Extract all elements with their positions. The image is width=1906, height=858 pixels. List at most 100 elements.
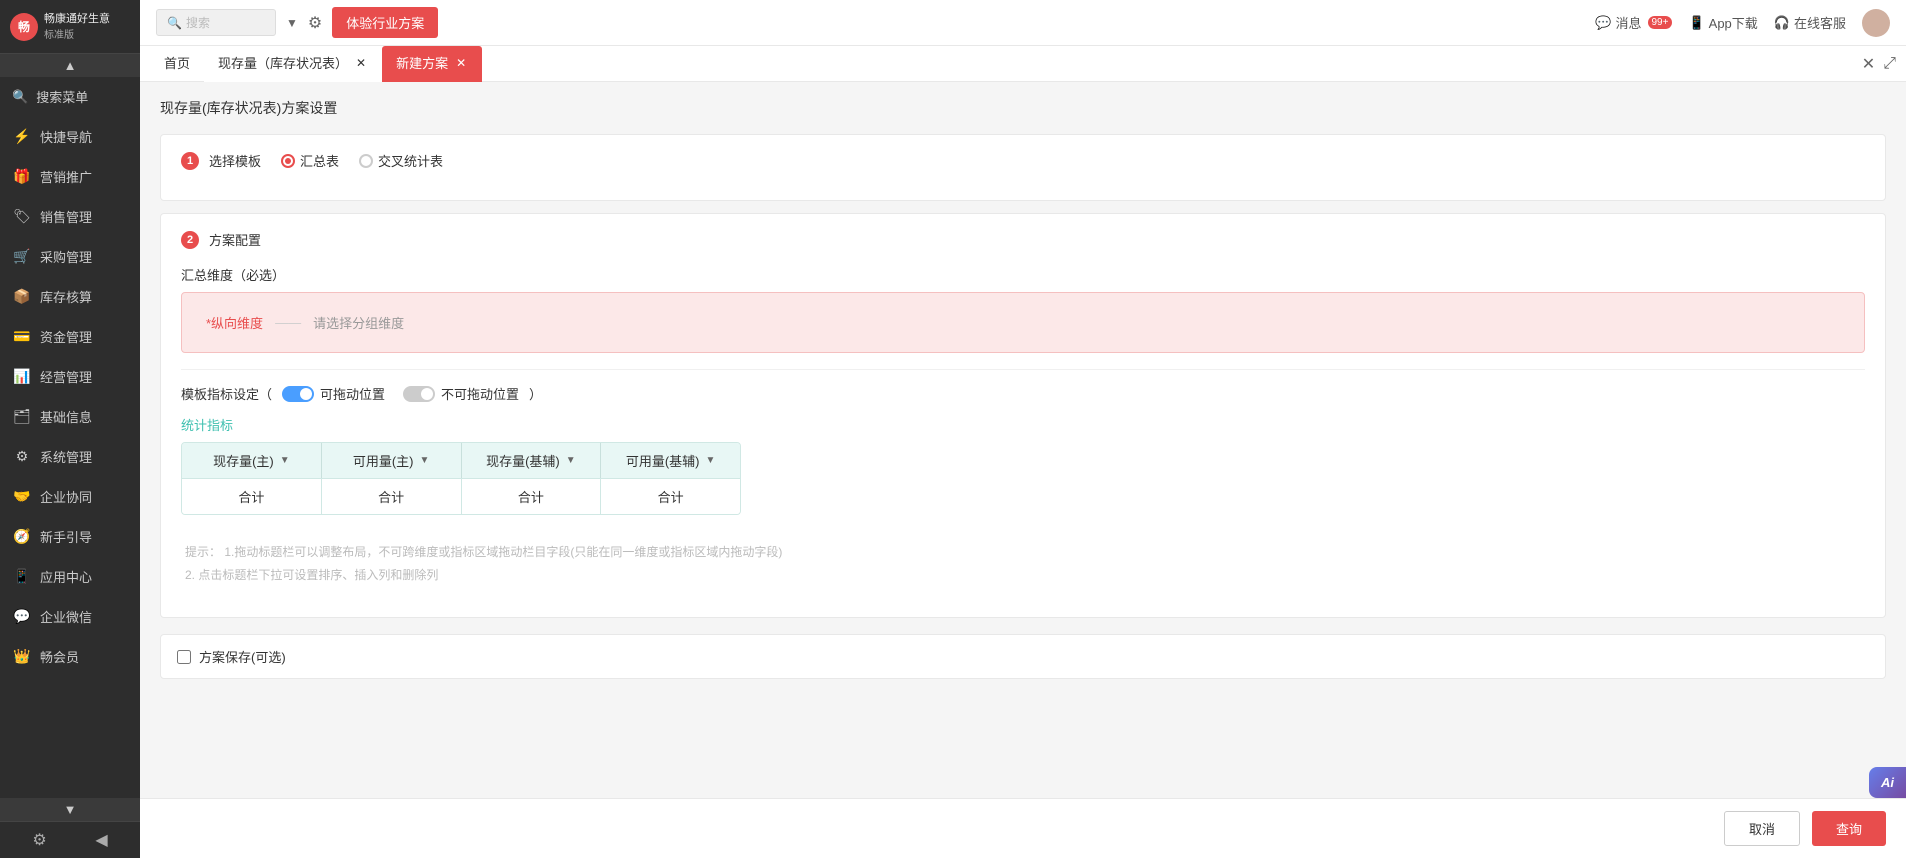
logo-icon: 畅 (10, 13, 38, 41)
experience-industry-button[interactable]: 体验行业方案 (332, 7, 438, 38)
sidebar-item-guide[interactable]: 🧭 新手引导 (0, 516, 140, 556)
app-logo: 畅 畅康通好生意 标准版 (0, 0, 140, 54)
headset-icon: 🎧 (1774, 15, 1790, 31)
indicator-settings-label: 模板指标设定（ (181, 384, 272, 403)
header-gear-button[interactable]: ⚙ (308, 13, 322, 33)
sidebar-item-basic-info[interactable]: 🗂 基础信息 (0, 396, 140, 436)
dimension-area[interactable]: *纵向维度 —— 请选择分组维度 (181, 292, 1865, 353)
sidebar-item-label: 资金管理 (40, 327, 92, 346)
stats-body-available-main: 合计 (322, 479, 462, 514)
radio-cross[interactable]: 交叉统计表 (359, 151, 443, 170)
sidebar-nav: ⚡ 快捷导航 🎁 营销推广 🏷 销售管理 🛒 采购管理 📦 库存核算 💳 资金管… (0, 116, 140, 798)
col-aux-stock-label: 现存量(基辅) (486, 451, 560, 470)
sidebar-item-operations[interactable]: 📊 经营管理 (0, 356, 140, 396)
app-download-button[interactable]: 📱 App下载 (1688, 13, 1757, 32)
radio-cross-label: 交叉统计表 (378, 151, 443, 170)
sales-icon: 🏷 (12, 206, 32, 226)
sidebar-item-label: 库存核算 (40, 287, 92, 306)
stats-col-available-aux[interactable]: 可用量(基辅) ▼ (601, 443, 740, 478)
sidebar-item-quick-nav[interactable]: ⚡ 快捷导航 (0, 116, 140, 156)
header-dropdown-button[interactable]: ▼ (286, 16, 298, 30)
radio-summary[interactable]: 汇总表 (281, 151, 339, 170)
sidebar-item-search[interactable]: 🔍 搜索菜单 (0, 77, 140, 116)
save-checkbox[interactable] (177, 650, 191, 664)
radio-cross-dot (359, 154, 373, 168)
phone-icon: 📱 (1688, 15, 1704, 31)
search-icon: 🔍 (167, 16, 182, 30)
sidebar-scroll-up[interactable]: ▲ (0, 54, 140, 77)
col-available-main-chevron: ▼ (420, 455, 430, 466)
toggle-draggable[interactable]: 可拖动位置 (282, 384, 385, 403)
header-search-bar[interactable]: 🔍 搜索 (156, 9, 276, 36)
search-icon: 🔍 (12, 89, 28, 105)
stats-body-main-stock: 合计 (182, 479, 322, 514)
col-main-stock-chevron: ▼ (280, 455, 290, 466)
tab-actions: ✕ ⤢ (1862, 54, 1896, 74)
tab-inventory-status[interactable]: 现存量（库存状况表） ✕ (204, 46, 382, 82)
sidebar-search-label: 搜索菜单 (36, 87, 88, 106)
dimension-vertical-label: *纵向维度 (206, 313, 263, 332)
toggle-draggable-switch[interactable] (282, 386, 314, 402)
operations-icon: 📊 (12, 366, 32, 386)
ai-float-button[interactable]: Ai (1869, 767, 1906, 798)
message-icon: 💬 (1595, 15, 1611, 31)
tab-new-plan-close[interactable]: ✕ (454, 56, 468, 70)
page-title: 现存量(库存状况表)方案设置 (160, 98, 1886, 118)
col-available-aux-label: 可用量(基辅) (626, 451, 700, 470)
sidebar-item-wechat[interactable]: 💬 企业微信 (0, 596, 140, 636)
toggle-non-draggable-switch[interactable] (403, 386, 435, 402)
tab-home[interactable]: 首页 (150, 46, 204, 82)
tab-close-window-button[interactable]: ✕ (1862, 54, 1875, 74)
dimension-placeholder: 请选择分组维度 (313, 313, 404, 332)
indicator-settings-row: 模板指标设定（ 可拖动位置 不可拖动位置 ） (181, 384, 1865, 403)
sidebar-item-label: 快捷导航 (40, 127, 92, 146)
sidebar-item-member[interactable]: 👑 畅会员 (0, 636, 140, 676)
sidebar-item-system[interactable]: ⚙ 系统管理 (0, 436, 140, 476)
message-label: 消息 (1615, 13, 1641, 32)
toggle-non-draggable[interactable]: 不可拖动位置 (403, 384, 519, 403)
sidebar-item-app-center[interactable]: 📱 应用中心 (0, 556, 140, 596)
sidebar-item-sales[interactable]: 🏷 销售管理 (0, 196, 140, 236)
tab-maximize-button[interactable]: ⤢ (1883, 54, 1896, 74)
sidebar-item-enterprise[interactable]: 🤝 企业协同 (0, 476, 140, 516)
sidebar-item-label: 采购管理 (40, 247, 92, 266)
cancel-button[interactable]: 取消 (1724, 811, 1800, 846)
tab-new-plan[interactable]: 新建方案 ✕ (382, 46, 482, 82)
save-option-label: 方案保存(可选) (199, 647, 286, 666)
col-main-stock-label: 现存量(主) (213, 451, 274, 470)
sidebar-item-label: 系统管理 (40, 447, 92, 466)
stats-table-body: 合计 合计 合计 合计 (182, 478, 740, 514)
sidebar-bottom: ⚙ ◀ (0, 821, 140, 858)
sidebar-item-inventory[interactable]: 📦 库存核算 (0, 276, 140, 316)
tab-inventory-close[interactable]: ✕ (354, 56, 368, 70)
dimension-section-label: 汇总维度（必选） (181, 265, 1865, 284)
stats-col-available-main[interactable]: 可用量(主) ▼ (322, 443, 462, 478)
user-avatar[interactable] (1862, 9, 1890, 37)
search-placeholder: 搜索 (186, 14, 210, 31)
tip-item-2: 2. 点击标题栏下拉可设置排序、插入列和删除列 (181, 566, 1865, 583)
sidebar-item-purchase[interactable]: 🛒 采购管理 (0, 236, 140, 276)
sidebar-item-finance[interactable]: 💳 资金管理 (0, 316, 140, 356)
logo-text-block: 畅康通好生意 标准版 (44, 12, 110, 41)
settings-button[interactable]: ⚙ (32, 830, 46, 850)
tips-section: 提示： 1.拖动标题栏可以调整布局，不可跨维度或指标区域拖动栏目字段(只能在同一… (181, 531, 1865, 601)
stats-col-aux-stock[interactable]: 现存量(基辅) ▼ (462, 443, 602, 478)
tab-inventory-label: 现存量（库存状况表） (218, 53, 348, 72)
query-button[interactable]: 查询 (1812, 811, 1886, 846)
step1-card: 1 选择模板 汇总表 交叉统计表 (160, 134, 1886, 201)
stats-col-main-stock[interactable]: 现存量(主) ▼ (182, 443, 322, 478)
guide-icon: 🧭 (12, 526, 32, 546)
sidebar-scroll-down[interactable]: ▼ (0, 798, 140, 821)
radio-summary-label: 汇总表 (300, 151, 339, 170)
sidebar-item-marketing[interactable]: 🎁 营销推广 (0, 156, 140, 196)
sidebar-item-label: 畅会员 (40, 647, 79, 666)
sidebar-item-label: 新手引导 (40, 527, 92, 546)
logo-sub-text: 标准版 (44, 26, 110, 41)
message-button[interactable]: 💬 消息 99+ (1595, 13, 1672, 32)
marketing-icon: 🎁 (12, 166, 32, 186)
sidebar-item-label: 营销推广 (40, 167, 92, 186)
online-service-button[interactable]: 🎧 在线客服 (1774, 13, 1846, 32)
tabs-bar: 首页 现存量（库存状况表） ✕ 新建方案 ✕ ✕ ⤢ (140, 46, 1906, 82)
message-badge: 99+ (1648, 16, 1673, 29)
collapse-button[interactable]: ◀ (95, 830, 107, 850)
